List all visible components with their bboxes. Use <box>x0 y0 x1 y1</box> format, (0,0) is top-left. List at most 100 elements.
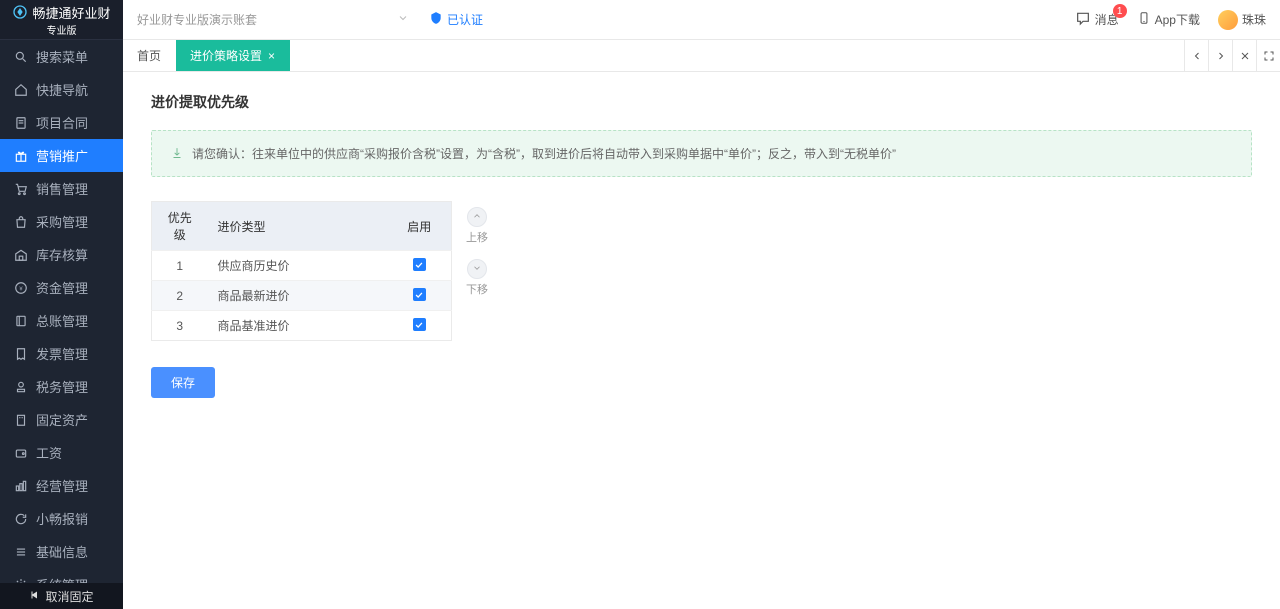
messages-badge: 1 <box>1113 4 1127 18</box>
table-row[interactable]: 3 商品基准进价 <box>152 311 452 341</box>
sidebar-item-fixed-assets[interactable]: 固定资产 <box>0 403 123 436</box>
sidebar-item-sales[interactable]: 销售管理 <box>0 172 123 205</box>
col-priority: 优先级 <box>152 202 208 251</box>
sidebar-item-label: 小畅报销 <box>36 509 88 528</box>
bag-icon <box>14 215 28 229</box>
move-up-label: 上移 <box>466 229 488 245</box>
notice-box: 请您确认：往来单位中的供应商“采购报价含税”设置，为“含税”，取到进价后将自动带… <box>151 130 1252 177</box>
app-download-label: App下载 <box>1155 11 1200 28</box>
certified-badge[interactable]: 已认证 <box>429 11 483 28</box>
sidebar-item-tax[interactable]: 税务管理 <box>0 370 123 403</box>
cell-type: 供应商历史价 <box>208 251 388 281</box>
table-row[interactable]: 1 供应商历史价 <box>152 251 452 281</box>
sidebar-item-marketing[interactable]: 营销推广 <box>0 139 123 172</box>
move-down-label: 下移 <box>466 281 488 297</box>
chevron-up-icon <box>472 211 482 224</box>
receipt-icon <box>14 347 28 361</box>
certified-label: 已认证 <box>447 11 483 28</box>
money-icon: ¥ <box>14 281 28 295</box>
sidebar-item-operations[interactable]: 经营管理 <box>0 469 123 502</box>
account-dropdown[interactable]: 好业财专业版演示账套 <box>137 11 409 28</box>
tab-label: 进价策略设置 <box>190 47 262 64</box>
move-down-button[interactable]: 下移 <box>466 259 488 297</box>
cart-icon <box>14 182 28 196</box>
chart-icon <box>14 479 28 493</box>
sidebar-item-label: 采购管理 <box>36 212 88 231</box>
main: 好业财专业版演示账套 已认证 消息 1 App下载 <box>123 0 1280 609</box>
tab-label: 首页 <box>137 47 161 64</box>
unpin-icon <box>29 589 41 604</box>
enable-checkbox[interactable] <box>413 288 426 301</box>
close-icon[interactable]: × <box>268 49 275 63</box>
user-menu[interactable]: 珠珠 <box>1218 10 1266 30</box>
sidebar-footer-label: 取消固定 <box>45 588 93 605</box>
enable-checkbox[interactable] <box>413 318 426 331</box>
cell-priority: 1 <box>152 251 208 281</box>
sidebar-unpin-button[interactable]: 取消固定 <box>0 583 123 609</box>
messages-button[interactable]: 消息 1 <box>1075 10 1119 29</box>
sidebar-item-inventory[interactable]: 库存核算 <box>0 238 123 271</box>
chevron-down-icon <box>397 12 409 27</box>
enable-checkbox[interactable] <box>413 258 426 271</box>
sidebar-item-label: 库存核算 <box>36 245 88 264</box>
cell-priority: 3 <box>152 311 208 341</box>
sidebar-item-funds[interactable]: ¥ 资金管理 <box>0 271 123 304</box>
sidebar-nav: 搜索菜单 快捷导航 项目合同 营销推广 销售管理 采购管理 <box>0 40 123 583</box>
sidebar-item-invoice[interactable]: 发票管理 <box>0 337 123 370</box>
notice-text: 请您确认：往来单位中的供应商“采购报价含税”设置，为“含税”，取到进价后将自动带… <box>192 145 896 162</box>
sidebar-item-quick-nav[interactable]: 快捷导航 <box>0 73 123 106</box>
cell-priority: 2 <box>152 281 208 311</box>
cell-type: 商品基准进价 <box>208 311 388 341</box>
pin-icon <box>170 147 184 161</box>
phone-icon <box>1137 11 1151 28</box>
building-icon <box>14 413 28 427</box>
tab-close-all-button[interactable] <box>1232 40 1256 72</box>
col-enable: 启用 <box>388 202 452 251</box>
shield-icon <box>429 11 443 28</box>
table-header-row: 优先级 进价类型 启用 <box>152 202 452 251</box>
stamp-icon <box>14 380 28 394</box>
gift-icon <box>14 149 28 163</box>
warehouse-icon <box>14 248 28 262</box>
tab-next-button[interactable] <box>1208 40 1232 72</box>
chat-icon <box>1075 10 1091 29</box>
sidebar-item-project-contract[interactable]: 项目合同 <box>0 106 123 139</box>
move-controls: 上移 下移 <box>466 201 488 297</box>
brand-name: 畅捷通好业财 <box>32 3 110 22</box>
app-download-button[interactable]: App下载 <box>1137 11 1200 28</box>
content: 进价提取优先级 请您确认：往来单位中的供应商“采购报价含税”设置，为“含税”，取… <box>123 72 1280 609</box>
sidebar-item-label: 资金管理 <box>36 278 88 297</box>
user-name: 珠珠 <box>1242 11 1266 28</box>
wallet-icon <box>14 446 28 460</box>
tab-prev-button[interactable] <box>1184 40 1208 72</box>
brand-logo-icon <box>12 4 28 20</box>
move-up-button[interactable]: 上移 <box>466 207 488 245</box>
sidebar-item-label: 快捷导航 <box>36 80 88 99</box>
sidebar-item-basic-info[interactable]: 基础信息 <box>0 535 123 568</box>
sidebar-item-label: 销售管理 <box>36 179 88 198</box>
top-header: 好业财专业版演示账套 已认证 消息 1 App下载 <box>123 0 1280 40</box>
tab-home[interactable]: 首页 <box>123 40 176 71</box>
fullscreen-button[interactable] <box>1256 40 1280 72</box>
sidebar-item-search-menu[interactable]: 搜索菜单 <box>0 40 123 73</box>
sidebar-item-label: 基础信息 <box>36 542 88 561</box>
chevron-down-icon <box>472 263 482 276</box>
cell-type: 商品最新进价 <box>208 281 388 311</box>
sidebar-item-label: 发票管理 <box>36 344 88 363</box>
tab-price-strategy[interactable]: 进价策略设置 × <box>176 40 290 71</box>
sidebar-item-label: 固定资产 <box>36 410 88 429</box>
sidebar-item-expense[interactable]: 小畅报销 <box>0 502 123 535</box>
sidebar-item-salary[interactable]: 工资 <box>0 436 123 469</box>
table-row[interactable]: 2 商品最新进价 <box>152 281 452 311</box>
sidebar-item-system[interactable]: 系统管理 <box>0 568 123 583</box>
sidebar-item-label: 工资 <box>36 443 62 462</box>
sidebar-item-label: 总账管理 <box>36 311 88 330</box>
sidebar-brand: 畅捷通好业财 专业版 <box>0 0 123 40</box>
save-button[interactable]: 保存 <box>151 367 215 398</box>
sidebar-item-purchase[interactable]: 采购管理 <box>0 205 123 238</box>
list-icon <box>14 545 28 559</box>
sidebar-item-label: 营销推广 <box>36 146 88 165</box>
sidebar-item-ledger[interactable]: 总账管理 <box>0 304 123 337</box>
priority-table: 优先级 进价类型 启用 1 供应商历史价 2 商品最新 <box>151 201 452 341</box>
book-icon <box>14 314 28 328</box>
